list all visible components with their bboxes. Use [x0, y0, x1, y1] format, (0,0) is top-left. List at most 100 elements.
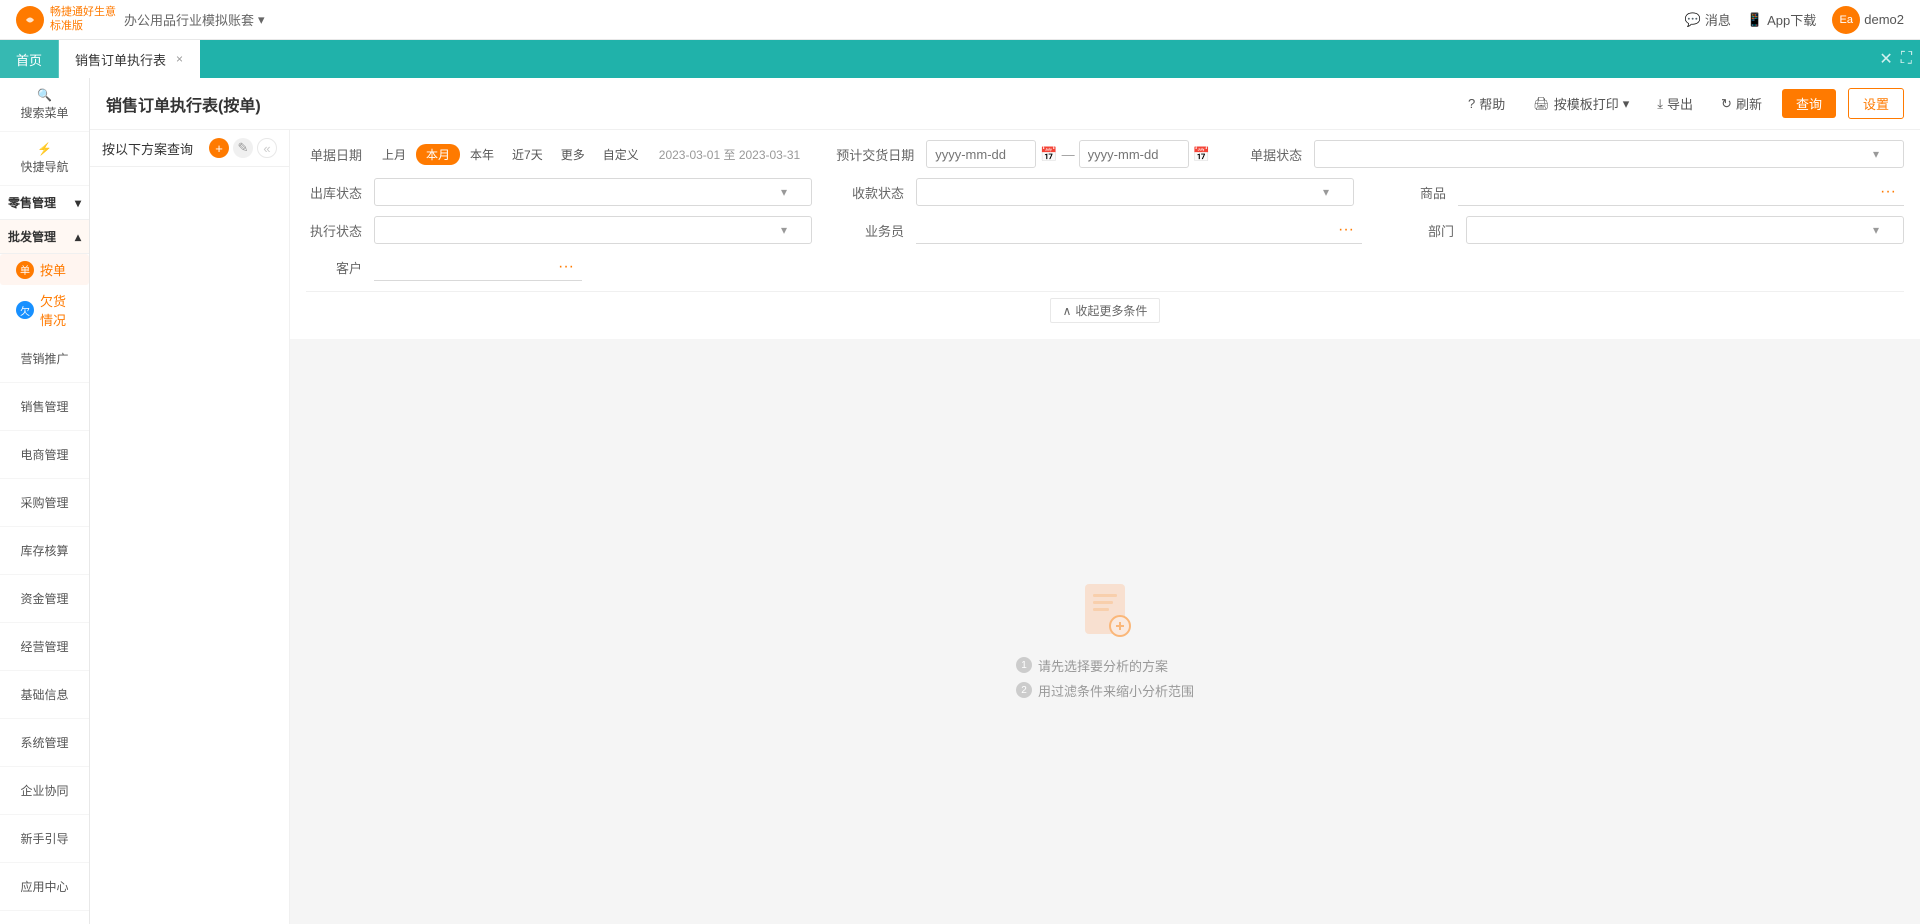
tab-close-icon[interactable]: ×	[176, 52, 183, 66]
quick-nav-icon: ⚡	[37, 142, 52, 156]
avatar: Ea	[1832, 6, 1860, 34]
date-opt-custom[interactable]: 自定义	[595, 144, 647, 165]
status-dropdown[interactable]: ▾	[1314, 140, 1904, 168]
department-wrapper: ▾	[1466, 216, 1904, 244]
date-dash: —	[1062, 147, 1075, 162]
calendar-end-icon[interactable]: 📅	[1193, 146, 1210, 163]
department-dropdown[interactable]: ▾	[1466, 216, 1904, 244]
sidebar-item-enterprise-wechat[interactable]: 企业微信	[0, 911, 89, 924]
customer-more-icon[interactable]: ···	[554, 258, 578, 276]
help-button[interactable]: ? 帮助	[1460, 90, 1513, 117]
department-arrow-icon: ▾	[1873, 223, 1879, 237]
expected-date-range: 📅 — 📅	[926, 140, 1210, 168]
help-icon: ?	[1468, 96, 1475, 111]
payment-status-dropdown[interactable]: ▾	[916, 178, 1354, 206]
refresh-icon: ↻	[1721, 96, 1732, 112]
sidebar-item-inventory[interactable]: 库存核算	[0, 527, 89, 575]
filter-row-4: 客户 ···	[306, 254, 1904, 281]
tab-close-window-icon[interactable]: ✕	[1879, 49, 1892, 69]
message-button[interactable]: 💬 消息	[1685, 10, 1731, 29]
calendar-start-icon[interactable]: 📅	[1040, 146, 1057, 163]
delivery-status-dropdown[interactable]: ▾	[374, 178, 812, 206]
date-options: 上月 本月 本年 近7天 更多 自定义	[374, 144, 647, 165]
filter-row-1: 单据日期 上月 本月 本年 近7天 更多 自定义 2023-03-01 至 20…	[306, 140, 1904, 168]
tab-active[interactable]: 销售订单执行表 ×	[59, 40, 200, 78]
sidebar-item-ecommerce[interactable]: 电商管理	[0, 431, 89, 479]
sidebar-item-basic-info[interactable]: 基础信息	[0, 671, 89, 719]
scheme-add-button[interactable]: +	[209, 138, 229, 158]
date-range-display: 2023-03-01 至 2023-03-31	[659, 146, 800, 163]
empty-state: 1 请先选择要分析的方案 2 用过滤条件来缩小分析范围	[1016, 564, 1194, 700]
breadcrumb[interactable]: 办公用品行业模拟账套 ▾	[124, 10, 265, 29]
sidebar-item-operations[interactable]: 经营管理	[0, 623, 89, 671]
query-button[interactable]: 查询	[1782, 89, 1836, 118]
product-more-icon[interactable]: ···	[1876, 183, 1900, 201]
refresh-button[interactable]: ↻ 刷新	[1713, 90, 1770, 117]
app-download-button[interactable]: 📱 App下载	[1747, 10, 1816, 29]
sidebar-item-sales[interactable]: 销售管理	[0, 383, 89, 431]
sidebar-item-onboarding[interactable]: 新手引导	[0, 815, 89, 863]
customer-input-wrapper: ···	[374, 254, 582, 281]
delivery-status-wrapper: ▾	[374, 178, 812, 206]
department-label: 部门	[1398, 221, 1454, 240]
salesperson-label: 业务员	[848, 221, 904, 240]
execution-arrow-icon: ▾	[781, 223, 787, 237]
customer-input[interactable]	[378, 254, 554, 280]
sidebar-sub-item-shortage[interactable]: 欠 欠货情况	[0, 285, 89, 335]
date-opt-7days[interactable]: 近7天	[504, 144, 551, 165]
tab-bar-actions: ✕ ⛶	[1879, 49, 1920, 69]
export-button[interactable]: ⤓ 导出	[1649, 90, 1701, 117]
execution-status-wrapper: ▾	[374, 216, 812, 244]
sidebar-item-wholesale[interactable]: 批发管理 ▴	[0, 220, 89, 254]
filter-row-2: 出库状态 ▾ 收款状态 ▾	[306, 178, 1904, 206]
expected-date-start-input[interactable]	[926, 140, 1036, 168]
page-header: 销售订单执行表(按单) ? 帮助 🖨 按模板打印 ▾ ⤓ 导出 ↻ 刷新	[90, 78, 1920, 130]
settings-button[interactable]: 设置	[1848, 88, 1904, 119]
template-print-button[interactable]: 🖨 按模板打印 ▾	[1525, 90, 1637, 117]
expected-date-label: 预计交货日期	[836, 145, 914, 164]
sidebar-item-finance[interactable]: 资金管理	[0, 575, 89, 623]
sidebar-item-retail[interactable]: 零售管理 ▾	[0, 186, 89, 220]
sidebar-item-search[interactable]: 🔍 搜索菜单	[0, 78, 89, 132]
sidebar-sub-item-by-order[interactable]: 单 按单	[0, 254, 89, 285]
execution-status-dropdown[interactable]: ▾	[374, 216, 812, 244]
top-header: 畅捷通好生意 标准版 办公用品行业模拟账套 ▾ 💬 消息 📱 App下载 Ea …	[0, 0, 1920, 40]
salesperson-more-icon[interactable]: ···	[1334, 221, 1358, 239]
shortage-icon: 欠	[16, 301, 34, 319]
scheme-actions: + ✎ «	[209, 138, 277, 158]
sidebar-item-app-center[interactable]: 应用中心	[0, 863, 89, 911]
results-area: 1 请先选择要分析的方案 2 用过滤条件来缩小分析范围	[290, 339, 1920, 924]
logo-area: 畅捷通好生意 标准版	[16, 6, 116, 34]
export-icon: ⤓	[1657, 96, 1663, 112]
salesperson-input[interactable]	[920, 217, 1334, 243]
download-icon: 📱	[1747, 12, 1763, 28]
expected-date-end-input[interactable]	[1079, 140, 1189, 168]
header-right: 💬 消息 📱 App下载 Ea demo2	[1685, 6, 1904, 34]
status-label: 单据状态	[1246, 145, 1302, 164]
sidebar-item-system[interactable]: 系统管理	[0, 719, 89, 767]
by-order-icon: 单	[16, 261, 34, 279]
scheme-edit-button[interactable]: ✎	[233, 138, 253, 158]
date-opt-more[interactable]: 更多	[553, 144, 593, 165]
date-opt-prev-month[interactable]: 上月	[374, 144, 414, 165]
product-input[interactable]	[1462, 179, 1876, 205]
tab-home[interactable]: 首页	[0, 40, 59, 78]
delivery-status-label: 出库状态	[306, 183, 362, 202]
sidebar-item-quick-nav[interactable]: ⚡ 快捷导航	[0, 132, 89, 186]
scheme-panel: 按以下方案查询 + ✎ «	[90, 130, 290, 924]
search-icon: 🔍	[37, 88, 52, 102]
header-left: 畅捷通好生意 标准版 办公用品行业模拟账套 ▾	[16, 6, 265, 34]
breadcrumb-arrow-icon: ▾	[258, 12, 265, 28]
status-select-wrapper: ▾	[1314, 140, 1904, 168]
collapse-button[interactable]: ∧ 收起更多条件	[1050, 298, 1161, 323]
sidebar-item-purchase[interactable]: 采购管理	[0, 479, 89, 527]
user-profile-button[interactable]: Ea demo2	[1832, 6, 1904, 34]
main-filter-results: 单据日期 上月 本月 本年 近7天 更多 自定义 2023-03-01 至 20…	[290, 130, 1920, 924]
sidebar-item-collaboration[interactable]: 企业协同	[0, 767, 89, 815]
tab-expand-icon[interactable]: ⛶	[1901, 50, 1912, 68]
date-opt-this-year[interactable]: 本年	[462, 144, 502, 165]
payment-status-label: 收款状态	[848, 183, 904, 202]
date-opt-this-month[interactable]: 本月	[416, 144, 460, 165]
scheme-collapse-button[interactable]: «	[257, 138, 277, 158]
sidebar-item-marketing[interactable]: 营销推广	[0, 335, 89, 383]
